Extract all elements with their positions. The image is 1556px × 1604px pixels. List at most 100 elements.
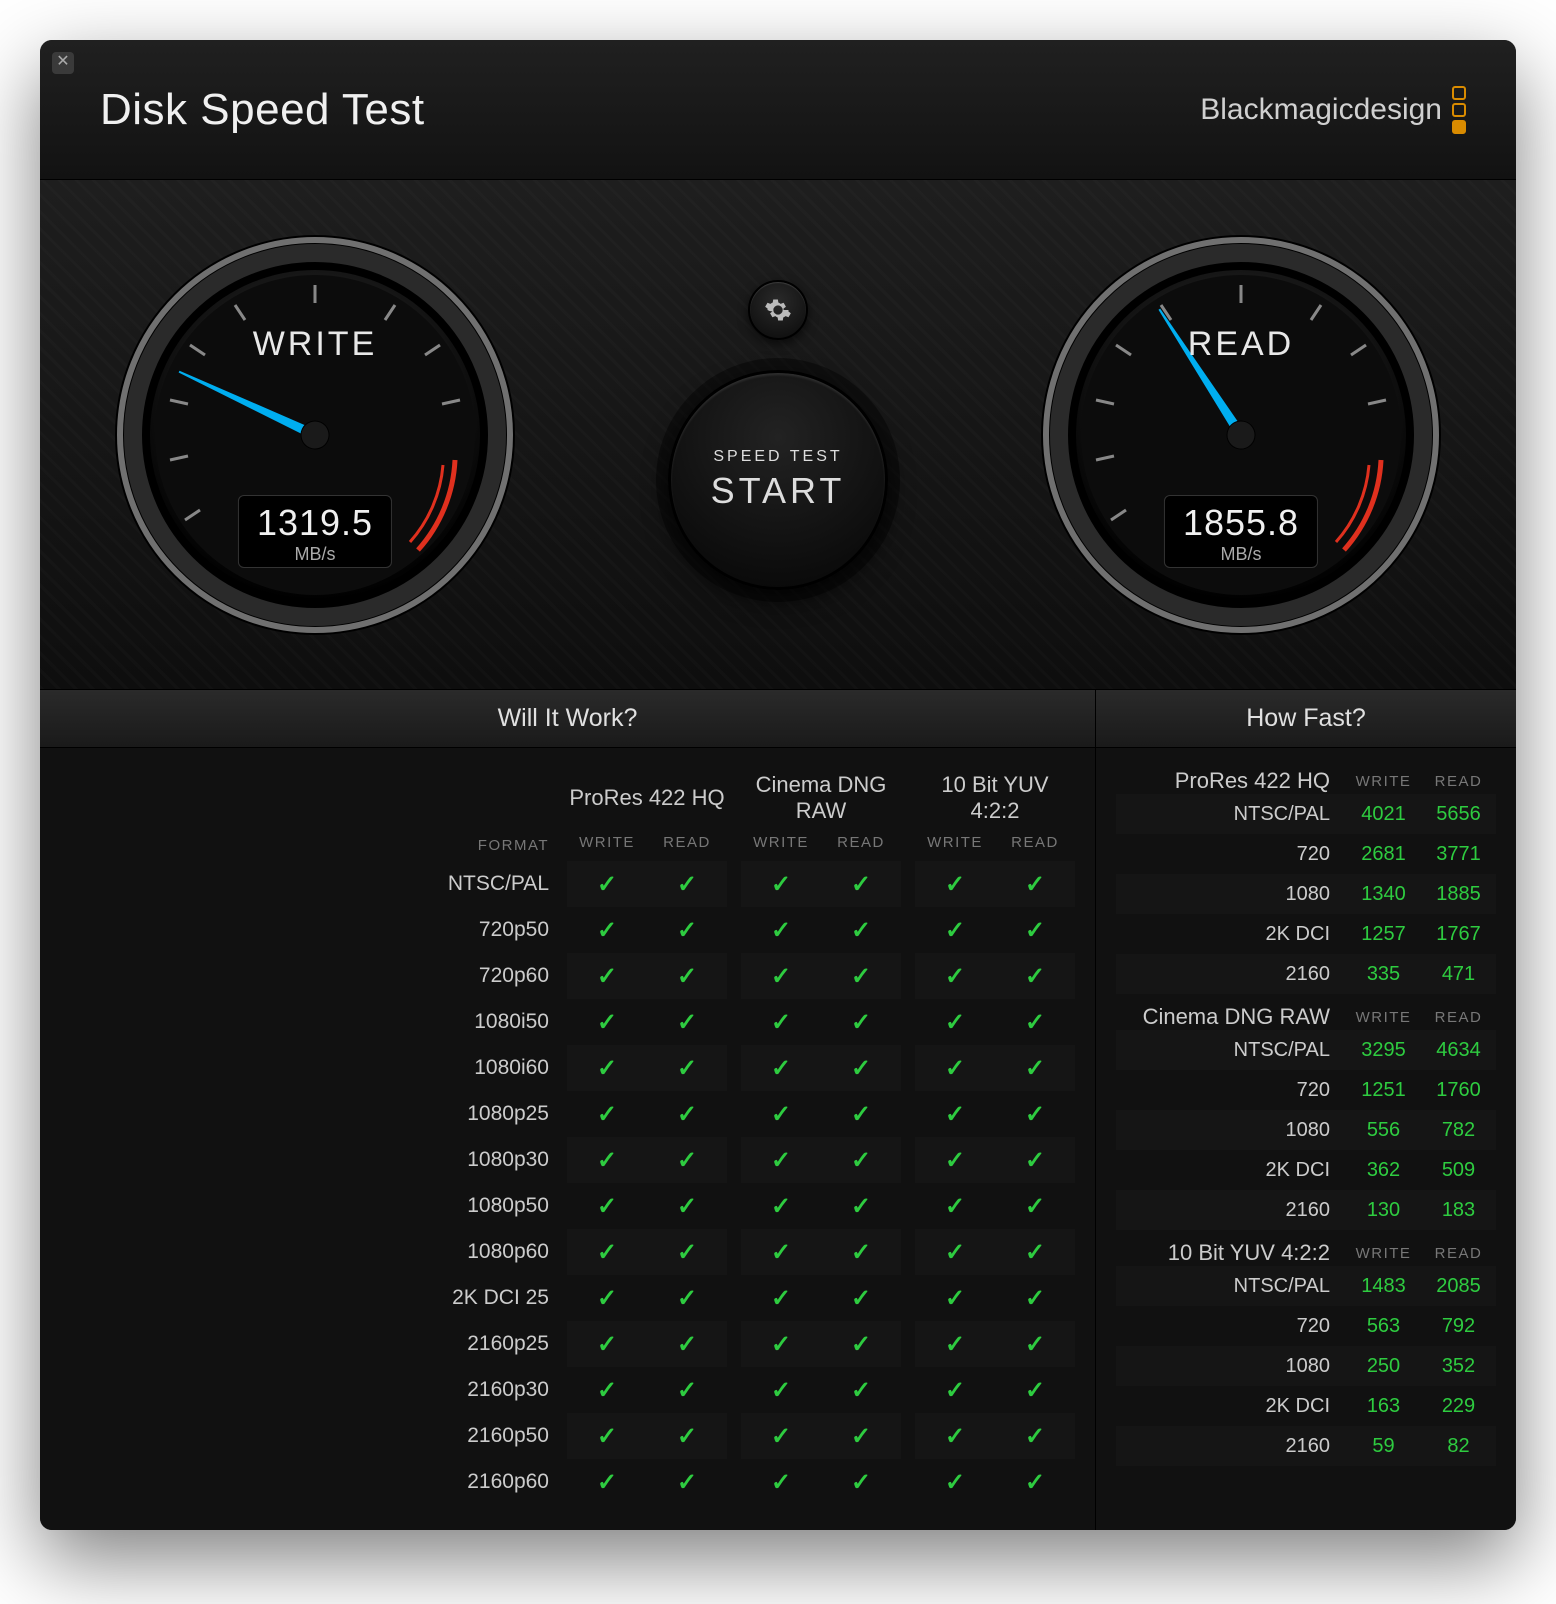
wiw-result-cell: ✓ [995,1183,1075,1229]
wiw-col-read: READ [995,830,1075,861]
wiw-format-label: 1080p60 [60,1229,567,1275]
check-icon: ✓ [677,1469,697,1496]
hf-write-value: 59 [1346,1435,1421,1458]
hf-row: NTSC/PAL 1483 2085 [1116,1266,1496,1306]
start-button[interactable]: SPEED TEST START [668,370,888,590]
check-icon: ✓ [945,1285,965,1312]
wiw-result-cell: ✓ [915,861,995,907]
wiw-result-cell: ✓ [995,1229,1075,1275]
wiw-format-label: 2160p30 [60,1367,567,1413]
check-icon: ✓ [771,1469,791,1496]
hf-read-value: 5656 [1421,803,1496,826]
settings-button[interactable] [748,280,808,340]
wiw-result-cell: ✓ [567,953,647,999]
wiw-result-cell: ✓ [647,953,727,999]
hf-row: 1080 556 782 [1116,1110,1496,1150]
wiw-result-cell: ✓ [995,861,1075,907]
hf-resolution: 2K DCI [1116,923,1346,946]
wiw-result-cell: ✓ [741,1137,821,1183]
check-icon: ✓ [677,1331,697,1358]
check-icon: ✓ [597,1055,617,1082]
center-controls: SPEED TEST START [668,280,888,590]
hf-write-value: 362 [1346,1159,1421,1182]
wiw-result-cell: ✓ [915,999,995,1045]
wiw-result-cell: ✓ [741,1275,821,1321]
wiw-result-cell: ✓ [915,1137,995,1183]
wiw-format-label: 2160p60 [60,1459,567,1505]
wiw-codec-header: ProRes 422 HQ [567,758,727,830]
close-button[interactable]: ✕ [52,52,74,74]
check-icon: ✓ [945,1331,965,1358]
wiw-result-cell: ✓ [995,1275,1075,1321]
wiw-result-cell: ✓ [741,907,821,953]
wiw-format-label: 1080p30 [60,1137,567,1183]
wiw-header: Will It Work? [40,690,1095,748]
check-icon: ✓ [1025,963,1045,990]
wiw-result-cell: ✓ [741,861,821,907]
write-value: 1319.5 [257,502,373,544]
hf-col-write: WRITE [1346,773,1421,790]
hf-read-value: 792 [1421,1315,1496,1338]
hf-write-value: 556 [1346,1119,1421,1142]
check-icon: ✓ [597,1101,617,1128]
wiw-result-cell: ✓ [741,1321,821,1367]
wiw-result-cell: ✓ [741,1229,821,1275]
wiw-result-cell: ✓ [821,1137,901,1183]
check-icon: ✓ [597,917,617,944]
write-readout: 1319.5 MB/s [238,495,392,568]
hf-read-value: 3771 [1421,843,1496,866]
hf-codec-name: Cinema DNG RAW [1116,1004,1346,1030]
check-icon: ✓ [945,1239,965,1266]
gear-icon [764,296,792,324]
wiw-result-cell: ✓ [647,1137,727,1183]
check-icon: ✓ [1025,1239,1045,1266]
hf-row: 2K DCI 362 509 [1116,1150,1496,1190]
hf-resolution: 2160 [1116,963,1346,986]
read-gauge-label: READ [1036,325,1446,364]
hf-resolution: NTSC/PAL [1116,1275,1346,1298]
check-icon: ✓ [945,1101,965,1128]
check-icon: ✓ [945,1469,965,1496]
dashboard: WRITE 1319.5 MB/s SPEED TEST START [40,180,1516,690]
will-it-work-panel: Will It Work? ProRes 422 HQCinema DNG RA… [40,690,1096,1530]
check-icon: ✓ [597,1331,617,1358]
read-value: 1855.8 [1183,502,1299,544]
wiw-result-cell: ✓ [741,1367,821,1413]
hf-col-write: WRITE [1346,1009,1421,1026]
check-icon: ✓ [597,1147,617,1174]
wiw-result-cell: ✓ [741,953,821,999]
check-icon: ✓ [597,1469,617,1496]
hf-col-read: READ [1421,773,1496,790]
hf-read-value: 229 [1421,1395,1496,1418]
wiw-result-cell: ✓ [995,999,1075,1045]
check-icon: ✓ [851,1239,871,1266]
wiw-result-cell: ✓ [995,1091,1075,1137]
check-icon: ✓ [1025,1147,1045,1174]
brand-text: Blackmagicdesign [1200,93,1442,127]
check-icon: ✓ [1025,1055,1045,1082]
wiw-result-cell: ✓ [821,953,901,999]
check-icon: ✓ [677,1285,697,1312]
wiw-result-cell: ✓ [915,1321,995,1367]
wiw-result-cell: ✓ [741,999,821,1045]
hf-read-value: 4634 [1421,1039,1496,1062]
wiw-result-cell: ✓ [647,999,727,1045]
wiw-result-cell: ✓ [647,1091,727,1137]
check-icon: ✓ [851,1055,871,1082]
wiw-result-cell: ✓ [821,1183,901,1229]
hf-row: 1080 250 352 [1116,1346,1496,1386]
check-icon: ✓ [1025,1101,1045,1128]
check-icon: ✓ [1025,1469,1045,1496]
check-icon: ✓ [945,1055,965,1082]
wiw-result-cell: ✓ [915,1275,995,1321]
check-icon: ✓ [771,1285,791,1312]
hf-row: 720 563 792 [1116,1306,1496,1346]
wiw-result-cell: ✓ [567,1091,647,1137]
check-icon: ✓ [771,1423,791,1450]
wiw-result-cell: ✓ [567,907,647,953]
hf-read-value: 352 [1421,1355,1496,1378]
wiw-result-cell: ✓ [647,1367,727,1413]
wiw-result-cell: ✓ [647,861,727,907]
check-icon: ✓ [771,1331,791,1358]
hf-row: 2160 335 471 [1116,954,1496,994]
